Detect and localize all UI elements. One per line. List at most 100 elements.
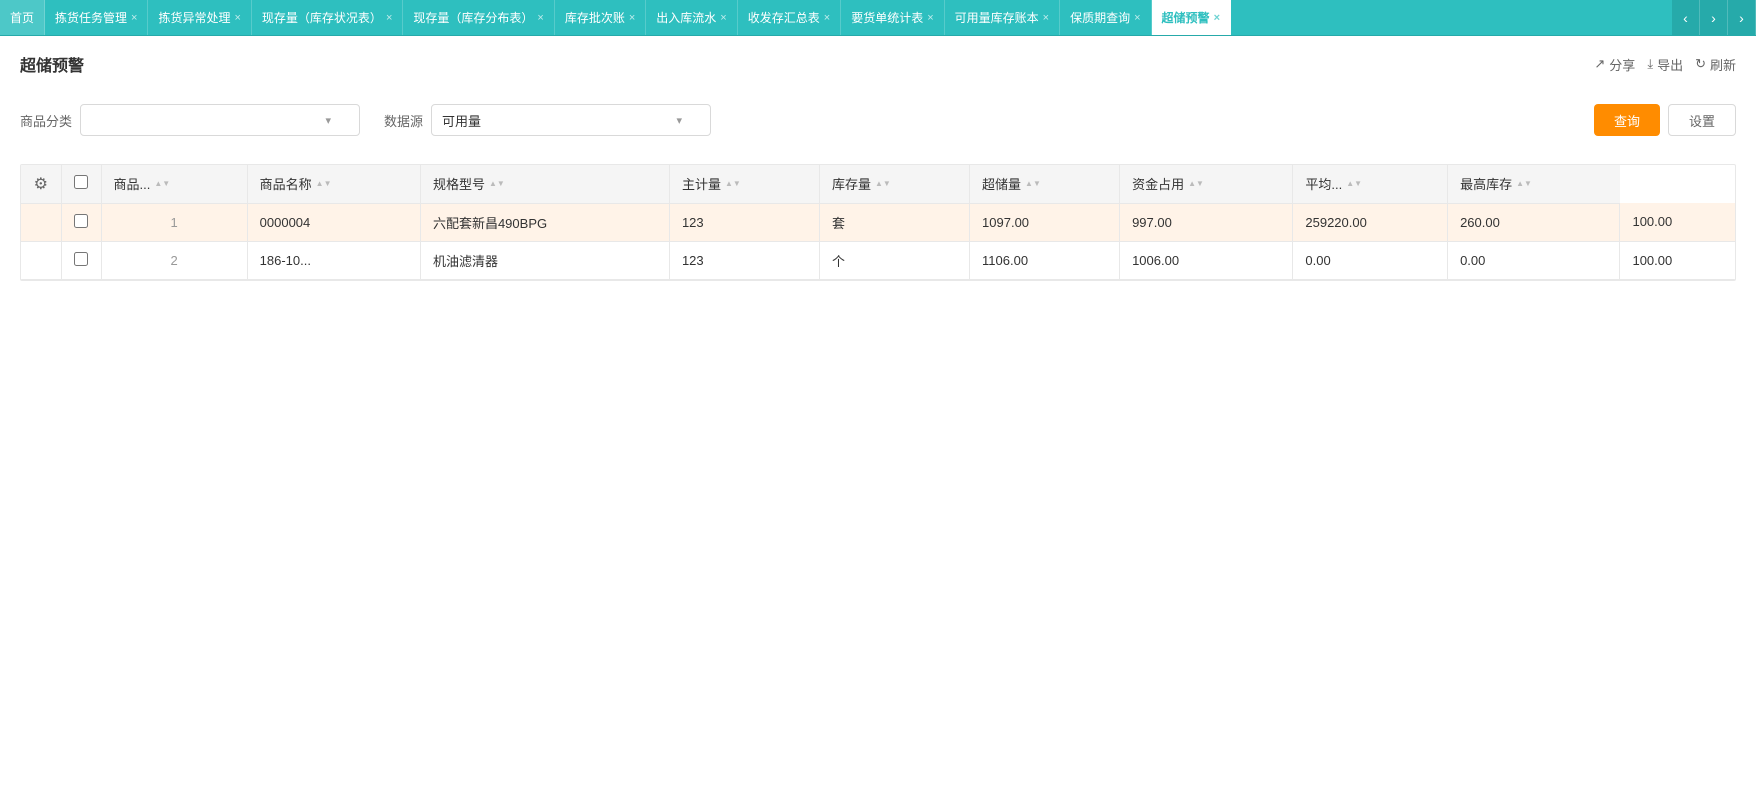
close-icon[interactable]: × — [1043, 12, 1049, 24]
close-icon[interactable]: × — [131, 12, 137, 24]
nav-tab-flow[interactable]: 出入库流水 × — [646, 0, 737, 36]
share-label: 分享 — [1609, 55, 1635, 74]
nav-more-button[interactable]: › — [1728, 0, 1756, 36]
commodity-category-label: 商品分类 — [20, 111, 72, 130]
nav-tab-available[interactable]: 可用量库存账本 × — [945, 0, 1060, 36]
overflow-column-header[interactable]: 超储量 ▲▼ — [970, 165, 1120, 203]
nav-tab-label: 库存批次账 — [565, 9, 625, 26]
unit-column-header[interactable]: 主计量 ▲▼ — [669, 165, 819, 203]
nav-tab-label: 超储预警 — [1162, 9, 1210, 26]
nav-arrows: ‹ › › — [1672, 0, 1756, 36]
main-content: 超储预警 ↗ 分享 ⤓ 导出 ↻ 刷新 商品分类 ▾ 数据源 — [0, 36, 1756, 800]
close-icon[interactable]: × — [1134, 12, 1140, 24]
row-stock: 1106.00 — [970, 241, 1120, 279]
max-stock-column-header[interactable]: 最高库存 ▲▼ — [1448, 165, 1620, 203]
checkbox-column-header — [61, 165, 101, 203]
avg-column-header[interactable]: 平均... ▲▼ — [1293, 165, 1448, 203]
commodity-category-select[interactable]: ▾ — [80, 104, 360, 136]
row-name: 六配套新昌490BPG — [420, 203, 669, 241]
row-stock: 1097.00 — [970, 203, 1120, 241]
query-button[interactable]: 查询 — [1594, 104, 1660, 136]
spec-column-header[interactable]: 规格型号 ▲▼ — [420, 165, 669, 203]
row-capital: 259220.00 — [1293, 203, 1448, 241]
row-unit: 套 — [819, 203, 969, 241]
select-all-checkbox[interactable] — [74, 175, 88, 189]
close-icon[interactable]: × — [629, 12, 635, 24]
row-overflow: 997.00 — [1120, 203, 1293, 241]
close-icon[interactable]: × — [1214, 12, 1220, 24]
nav-prev-button[interactable]: ‹ — [1672, 0, 1700, 36]
data-source-filter: 数据源 可用量 ▾ — [384, 104, 711, 136]
chevron-down-icon: ▾ — [677, 114, 683, 127]
row-max-stock: 100.00 — [1620, 203, 1735, 241]
nav-next-button[interactable]: › — [1700, 0, 1728, 36]
row-number: 1 — [101, 203, 247, 241]
top-navigation: 首页 拣货任务管理 × 拣货异常处理 × 现存量（库存状况表） × 现存量（库存… — [0, 0, 1756, 36]
share-button[interactable]: ↗ 分享 — [1594, 55, 1635, 74]
close-icon[interactable]: × — [234, 12, 240, 24]
nav-tab-label: 拣货异常处理 — [158, 9, 230, 26]
sort-icon: ▲▼ — [1188, 179, 1204, 188]
row-overflow: 1006.00 — [1120, 241, 1293, 279]
nav-tab-label: 现存量（库存分布表） — [413, 9, 533, 26]
nav-tab-label: 拣货任务管理 — [55, 9, 127, 26]
stock-column-header[interactable]: 库存量 ▲▼ — [819, 165, 969, 203]
sort-icon: ▲▼ — [725, 179, 741, 188]
nav-tab-home[interactable]: 首页 — [0, 0, 45, 36]
export-button[interactable]: ⤓ 导出 — [1647, 55, 1683, 74]
nav-tab-task-mgmt[interactable]: 拣货任务管理 × — [45, 0, 148, 36]
nav-tab-summary[interactable]: 收发存汇总表 × — [738, 0, 841, 36]
row-code: 0000004 — [247, 203, 420, 241]
row-max-stock: 100.00 — [1620, 241, 1735, 279]
table-container: ⚙ 商品... ▲▼ 商品名称 ▲▼ — [20, 164, 1736, 281]
nav-tab-order-stats[interactable]: 要货单统计表 × — [841, 0, 944, 36]
table-row: 1 0000004 六配套新昌490BPG 123 套 1097.00 997.… — [21, 203, 1735, 241]
nav-tab-exception[interactable]: 拣货异常处理 × — [148, 0, 251, 36]
row-unit: 个 — [819, 241, 969, 279]
page-title: 超储预警 — [20, 52, 84, 76]
close-icon[interactable]: × — [386, 12, 392, 24]
nav-tab-stock-status[interactable]: 现存量（库存状况表） × — [252, 0, 403, 36]
close-icon[interactable]: × — [824, 12, 830, 24]
row-avg: 260.00 — [1448, 203, 1620, 241]
row-code: 186-10... — [247, 241, 420, 279]
data-source-select[interactable]: 可用量 ▾ — [431, 104, 711, 136]
code-column-header[interactable]: 商品... ▲▼ — [101, 165, 247, 203]
nav-tab-label: 首页 — [10, 9, 34, 26]
close-icon[interactable]: × — [927, 12, 933, 24]
row-checkbox[interactable] — [74, 252, 88, 266]
data-table: ⚙ 商品... ▲▼ 商品名称 ▲▼ — [21, 165, 1735, 280]
capital-column-header[interactable]: 资金占用 ▲▼ — [1120, 165, 1293, 203]
name-column-header[interactable]: 商品名称 ▲▼ — [247, 165, 420, 203]
header-actions: ↗ 分享 ⤓ 导出 ↻ 刷新 — [1594, 55, 1736, 74]
nav-tab-quality[interactable]: 保质期查询 × — [1060, 0, 1151, 36]
settings-column-header: ⚙ — [21, 165, 61, 203]
row-settings-cell — [21, 241, 61, 279]
page-header: 超储预警 ↗ 分享 ⤓ 导出 ↻ 刷新 — [20, 52, 1736, 76]
row-checkbox-cell — [61, 241, 101, 279]
nav-tab-label: 要货单统计表 — [851, 9, 923, 26]
sort-icon: ▲▼ — [154, 179, 170, 188]
sort-icon: ▲▼ — [1516, 179, 1532, 188]
table-header-row: ⚙ 商品... ▲▼ 商品名称 ▲▼ — [21, 165, 1735, 203]
table-row: 2 186-10... 机油滤清器 123 个 1106.00 1006.00 … — [21, 241, 1735, 279]
sort-icon: ▲▼ — [1025, 179, 1041, 188]
close-icon[interactable]: × — [537, 12, 543, 24]
nav-tab-batch[interactable]: 库存批次账 × — [555, 0, 646, 36]
gear-icon[interactable]: ⚙ — [34, 176, 48, 193]
settings-button[interactable]: 设置 — [1668, 104, 1736, 136]
nav-tab-overstock[interactable]: 超储预警 × — [1152, 0, 1231, 36]
filter-actions: 查询 设置 — [1594, 104, 1736, 136]
row-capital: 0.00 — [1293, 241, 1448, 279]
row-checkbox-cell — [61, 203, 101, 241]
nav-tab-stock-dist[interactable]: 现存量（库存分布表） × — [403, 0, 554, 36]
nav-tab-label: 出入库流水 — [656, 9, 716, 26]
data-source-value: 可用量 — [442, 111, 481, 130]
sort-icon: ▲▼ — [489, 179, 505, 188]
refresh-icon: ↻ — [1695, 56, 1706, 72]
row-checkbox[interactable] — [74, 214, 88, 228]
refresh-button[interactable]: ↻ 刷新 — [1695, 55, 1736, 74]
close-icon[interactable]: × — [720, 12, 726, 24]
row-spec: 123 — [669, 241, 819, 279]
nav-tab-label: 收发存汇总表 — [748, 9, 820, 26]
